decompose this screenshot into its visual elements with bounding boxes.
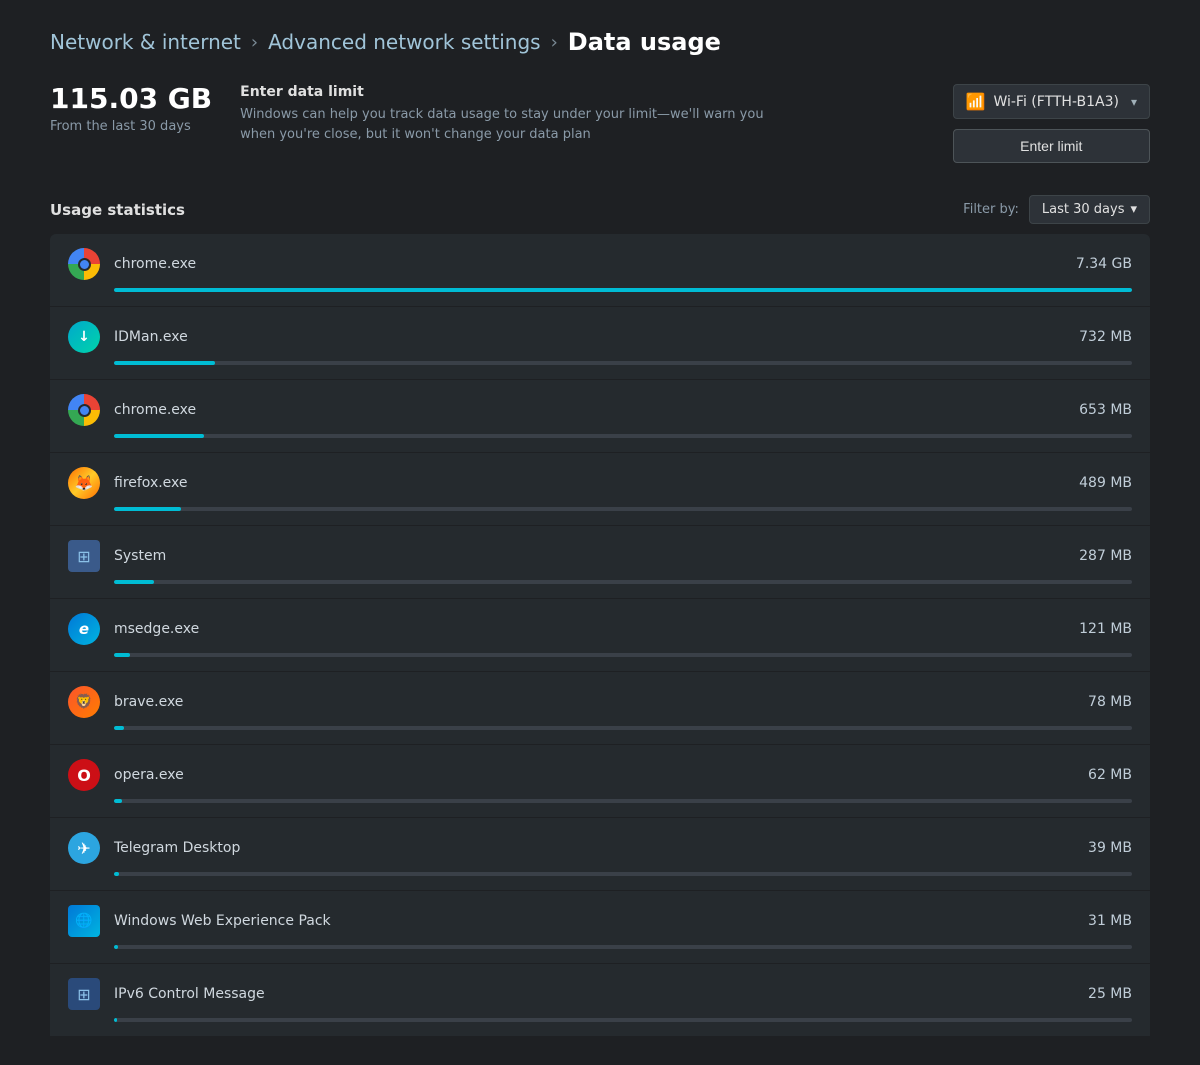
progress-track — [114, 653, 1132, 657]
filter-section: Filter by: Last 30 days ▾ — [963, 195, 1150, 224]
wifi-icon: 📶 — [966, 92, 986, 111]
progress-track — [114, 288, 1132, 292]
app-icon-wweb: 🌐 — [68, 905, 100, 937]
app-row: 🌐 Windows Web Experience Pack 31 MB — [50, 891, 1150, 964]
app-list: chrome.exe 7.34 GB ↓ IDMan.exe 732 MB chro… — [50, 234, 1150, 1037]
app-name: IDMan.exe — [114, 329, 1065, 345]
app-icon-firefox: 🦊 — [68, 467, 100, 499]
enter-limit-button[interactable]: Enter limit — [953, 129, 1150, 163]
data-period-label: From the last 30 days — [50, 119, 212, 134]
breadcrumb-sep-1: › — [251, 32, 258, 53]
progress-track — [114, 1018, 1132, 1022]
wifi-selector[interactable]: 📶 Wi-Fi (FTTH-B1A3) ▾ — [953, 84, 1150, 119]
progress-fill — [114, 361, 215, 365]
right-controls: 📶 Wi-Fi (FTTH-B1A3) ▾ Enter limit — [953, 84, 1150, 163]
app-row: ✈ Telegram Desktop 39 MB — [50, 818, 1150, 891]
data-limit-desc: Windows can help you track data usage to… — [240, 105, 780, 144]
app-row: ⊞ IPv6 Control Message25 MB — [50, 964, 1150, 1037]
filter-dropdown[interactable]: Last 30 days ▾ — [1029, 195, 1150, 224]
data-amount-block: 115.03 GB From the last 30 days — [50, 84, 212, 134]
progress-track — [114, 872, 1132, 876]
app-name: chrome.exe — [114, 402, 1065, 418]
app-name: Telegram Desktop — [114, 840, 1074, 856]
usage-statistics-label: Usage statistics — [50, 201, 185, 219]
app-name: Windows Web Experience Pack — [114, 913, 1074, 929]
app-name: opera.exe — [114, 767, 1074, 783]
app-name: firefox.exe — [114, 475, 1065, 491]
app-name: chrome.exe — [114, 256, 1062, 272]
wifi-label: Wi-Fi (FTTH-B1A3) — [993, 94, 1119, 110]
app-icon-telegram: ✈ — [68, 832, 100, 864]
app-row: 🦁 brave.exe 78 MB — [50, 672, 1150, 745]
progress-fill — [114, 507, 181, 511]
app-icon-ipv6: ⊞ — [68, 978, 100, 1010]
total-data-amount: 115.03 GB — [50, 84, 212, 115]
app-icon-msedge: e — [68, 613, 100, 645]
progress-track — [114, 580, 1132, 584]
progress-track — [114, 507, 1132, 511]
app-icon-system: ⊞ — [68, 540, 100, 572]
app-row: e msedge.exe 121 MB — [50, 599, 1150, 672]
progress-fill — [114, 872, 119, 876]
progress-fill — [114, 799, 122, 803]
section-header: Usage statistics Filter by: Last 30 days… — [50, 195, 1150, 224]
app-usage: 62 MB — [1088, 767, 1132, 783]
filter-value: Last 30 days — [1042, 202, 1125, 217]
filter-chevron-icon: ▾ — [1130, 202, 1137, 217]
app-icon-opera: O — [68, 759, 100, 791]
breadcrumb-network[interactable]: Network & internet — [50, 30, 241, 54]
app-usage: 78 MB — [1088, 694, 1132, 710]
app-usage: 39 MB — [1088, 840, 1132, 856]
progress-track — [114, 361, 1132, 365]
progress-fill — [114, 653, 130, 657]
app-row: chrome.exe 653 MB — [50, 380, 1150, 453]
progress-fill — [114, 288, 1132, 292]
progress-track — [114, 434, 1132, 438]
app-row: chrome.exe 7.34 GB — [50, 234, 1150, 307]
progress-fill — [114, 434, 204, 438]
app-usage: 121 MB — [1079, 621, 1132, 637]
app-usage: 732 MB — [1079, 329, 1132, 345]
breadcrumb-current: Data usage — [568, 28, 721, 56]
app-name: System — [114, 548, 1065, 564]
app-usage: 653 MB — [1079, 402, 1132, 418]
filter-by-label: Filter by: — [963, 202, 1019, 217]
progress-fill — [114, 945, 118, 949]
app-row: ⊞ System 287 MB — [50, 526, 1150, 599]
progress-fill — [114, 726, 124, 730]
app-icon-brave: 🦁 — [68, 686, 100, 718]
app-usage: 31 MB — [1088, 913, 1132, 929]
app-icon-chrome — [68, 394, 100, 426]
app-row: 🦊 firefox.exe 489 MB — [50, 453, 1150, 526]
top-section: 115.03 GB From the last 30 days Enter da… — [50, 84, 1150, 163]
app-usage: 7.34 GB — [1076, 256, 1132, 272]
app-icon-chrome — [68, 248, 100, 280]
data-total-section: 115.03 GB From the last 30 days Enter da… — [50, 84, 780, 144]
data-limit-info: Enter data limit Windows can help you tr… — [240, 84, 780, 144]
chevron-down-icon: ▾ — [1131, 95, 1137, 109]
app-usage: 287 MB — [1079, 548, 1132, 564]
breadcrumb-sep-2: › — [551, 32, 558, 53]
app-usage: 489 MB — [1079, 475, 1132, 491]
progress-track — [114, 945, 1132, 949]
app-row: O opera.exe 62 MB — [50, 745, 1150, 818]
app-icon-idman: ↓ — [68, 321, 100, 353]
breadcrumb-advanced[interactable]: Advanced network settings — [268, 30, 540, 54]
data-limit-title: Enter data limit — [240, 84, 780, 100]
app-row: ↓ IDMan.exe 732 MB — [50, 307, 1150, 380]
progress-track — [114, 726, 1132, 730]
breadcrumb: Network & internet › Advanced network se… — [50, 28, 1150, 56]
progress-fill — [114, 1018, 117, 1022]
app-name: brave.exe — [114, 694, 1074, 710]
progress-track — [114, 799, 1132, 803]
app-name: msedge.exe — [114, 621, 1065, 637]
progress-fill — [114, 580, 154, 584]
